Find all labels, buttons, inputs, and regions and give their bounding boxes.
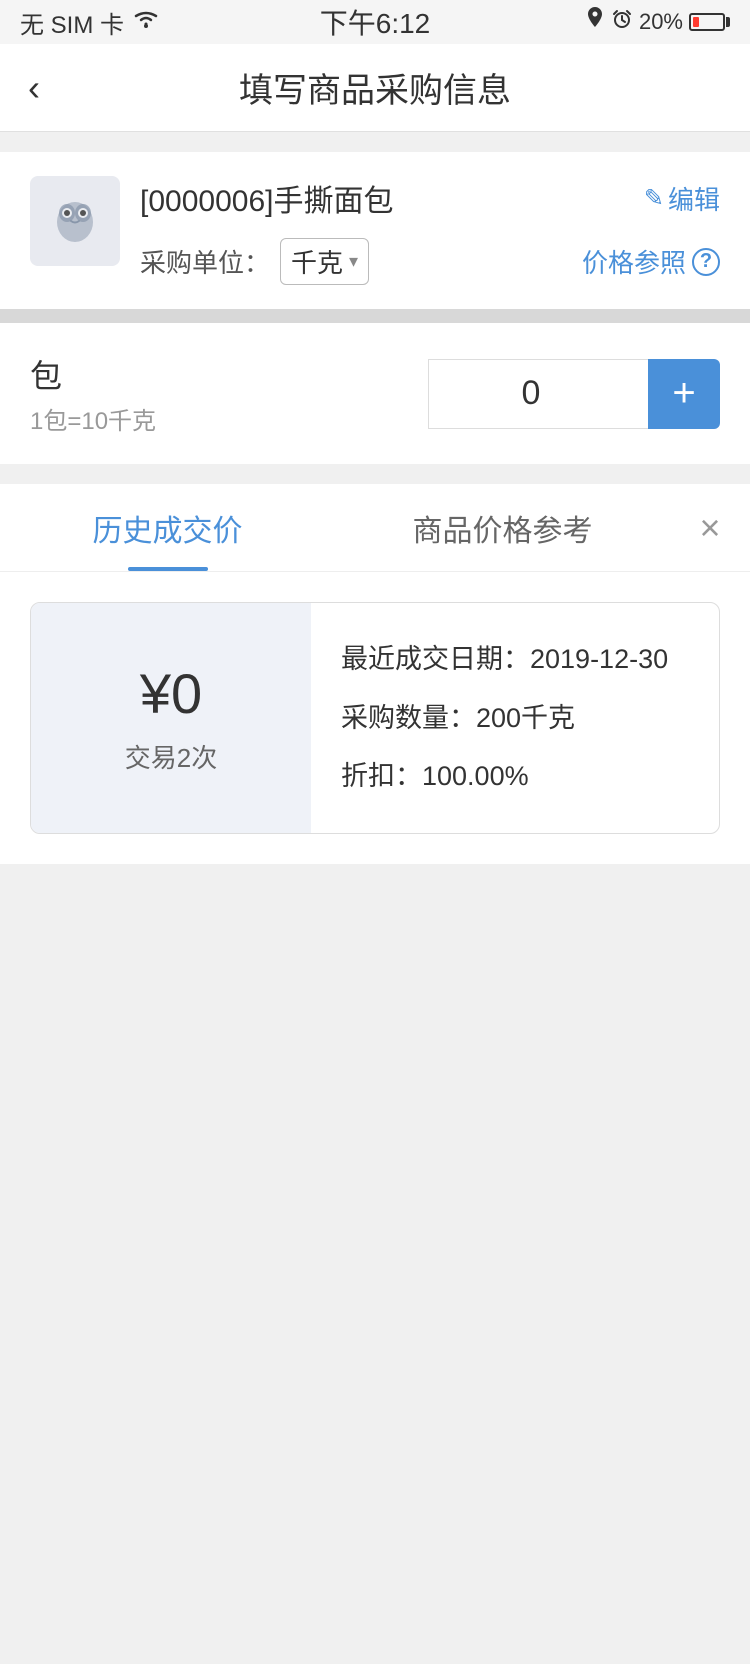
discount-label: 折扣： bbox=[341, 761, 422, 791]
tab-active-underline bbox=[128, 567, 208, 571]
location-icon bbox=[585, 7, 605, 37]
product-details: [0000006]手撕面包 ✎ 编辑 采购单位： 千克 ▾ 价格参照 ? bbox=[140, 176, 720, 285]
status-right: 20% bbox=[585, 7, 730, 37]
price-trade-count: 交易2次 bbox=[125, 738, 217, 775]
status-time: 下午6:12 bbox=[320, 2, 431, 42]
quantity-section: 包 1包=10千克 + bbox=[0, 323, 750, 464]
recent-date-label: 最近成交日期： bbox=[341, 644, 530, 674]
price-ref-button[interactable]: 价格参照 ? bbox=[582, 243, 720, 280]
nav-bar: ‹ 填写商品采购信息 bbox=[0, 44, 750, 132]
tabs-section: 历史成交价 商品价格参考 × ¥0 交易2次 最近成交日期：2019-12-30… bbox=[0, 484, 750, 864]
alarm-icon bbox=[611, 8, 633, 36]
edit-button[interactable]: ✎ 编辑 bbox=[644, 180, 720, 217]
quantity-label: 采购数量： bbox=[341, 703, 476, 733]
battery-percent: 20% bbox=[639, 9, 683, 35]
product-image bbox=[45, 187, 105, 256]
quantity-input[interactable] bbox=[428, 359, 648, 429]
main-content-background bbox=[0, 864, 750, 1664]
gray-divider bbox=[0, 309, 750, 323]
quantity-unit: 包 bbox=[30, 351, 156, 397]
quantity-plus-button[interactable]: + bbox=[648, 359, 720, 429]
price-amount: ¥0 bbox=[140, 661, 202, 726]
product-section: [0000006]手撕面包 ✎ 编辑 采购单位： 千克 ▾ 价格参照 ? bbox=[0, 152, 750, 309]
tab-close-button[interactable]: × bbox=[670, 484, 750, 571]
page-title: 填写商品采购信息 bbox=[239, 63, 511, 112]
tab-price-ref-label: 商品价格参考 bbox=[413, 506, 593, 550]
history-content: ¥0 交易2次 最近成交日期：2019-12-30 采购数量：200千克 折扣：… bbox=[0, 572, 750, 864]
quantity-row: 采购数量：200千克 bbox=[341, 698, 689, 739]
quantity-label-group: 包 1包=10千克 bbox=[30, 351, 156, 436]
product-title-row: [0000006]手撕面包 ✎ 编辑 bbox=[140, 176, 720, 220]
unit-row: 采购单位： 千克 ▾ 价格参照 ? bbox=[140, 238, 720, 285]
status-bar: 无 SIM 卡 下午6:12 20% bbox=[0, 0, 750, 44]
price-ref-label: 价格参照 bbox=[582, 243, 686, 280]
quantity-value: 200千克 bbox=[476, 703, 575, 733]
price-card-right: 最近成交日期：2019-12-30 采购数量：200千克 折扣：100.00% bbox=[311, 603, 719, 833]
unit-select[interactable]: 千克 ▾ bbox=[280, 238, 369, 285]
unit-value: 千克 bbox=[291, 243, 343, 280]
product-name: [0000006]手撕面包 bbox=[140, 176, 393, 220]
panel-separator bbox=[0, 464, 750, 484]
recent-date-value: 2019-12-30 bbox=[530, 644, 668, 674]
discount-value: 100.00% bbox=[422, 761, 529, 791]
close-icon: × bbox=[699, 507, 720, 549]
tabs-header: 历史成交价 商品价格参考 × bbox=[0, 484, 750, 572]
tab-history-price[interactable]: 历史成交价 bbox=[0, 484, 335, 571]
quantity-input-group: + bbox=[428, 359, 720, 429]
carrier-text: 无 SIM 卡 bbox=[20, 5, 124, 40]
tab-price-ref[interactable]: 商品价格参考 bbox=[335, 484, 670, 571]
price-card-left: ¥0 交易2次 bbox=[31, 603, 311, 833]
battery-icon bbox=[689, 13, 730, 31]
edit-label: 编辑 bbox=[668, 180, 720, 217]
wifi-icon bbox=[132, 8, 160, 37]
recent-date-row: 最近成交日期：2019-12-30 bbox=[341, 639, 689, 680]
unit-label: 采购单位： bbox=[140, 243, 270, 280]
quantity-conversion: 1包=10千克 bbox=[30, 401, 156, 436]
price-card: ¥0 交易2次 最近成交日期：2019-12-30 采购数量：200千克 折扣：… bbox=[30, 602, 720, 834]
dropdown-arrow-icon: ▾ bbox=[349, 251, 358, 272]
back-button[interactable]: ‹ bbox=[28, 67, 40, 109]
help-icon: ? bbox=[692, 248, 720, 276]
discount-row: 折扣：100.00% bbox=[341, 756, 689, 797]
product-thumbnail bbox=[30, 176, 120, 266]
tab-history-label: 历史成交价 bbox=[93, 506, 243, 550]
edit-icon: ✎ bbox=[644, 184, 664, 213]
status-carrier: 无 SIM 卡 bbox=[20, 5, 160, 40]
